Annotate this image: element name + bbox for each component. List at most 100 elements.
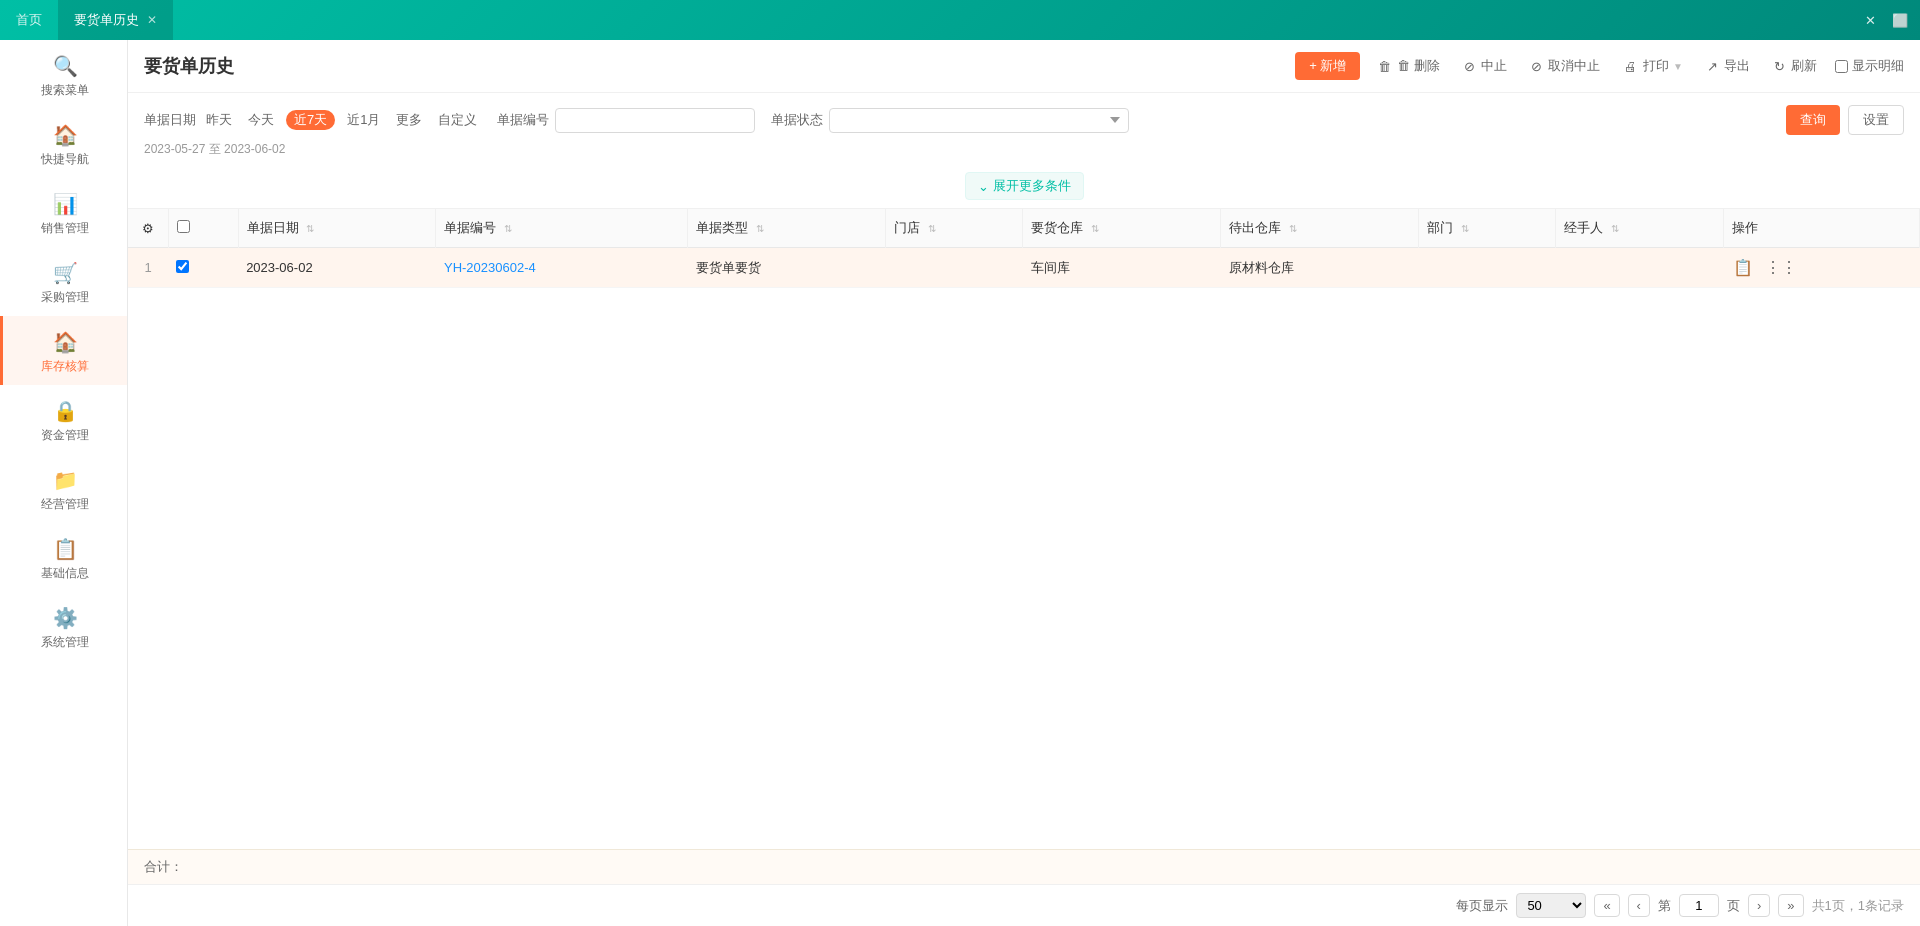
td-store xyxy=(886,248,1023,288)
row-checkbox[interactable] xyxy=(176,260,189,273)
last-page-button[interactable]: » xyxy=(1778,894,1803,917)
page-input[interactable] xyxy=(1679,894,1719,917)
main-layout: 🔍 搜索菜单 🏠 快捷导航 📊 销售管理 🛒 采购管理 🏠 库存核算 🔒 资金管… xyxy=(0,40,1920,926)
th-reqwarehouse: 要货仓库 ⇅ xyxy=(1023,209,1221,248)
delete-button[interactable]: 🗑 🗑 删除 xyxy=(1372,53,1446,79)
td-date: 2023-06-02 xyxy=(238,248,436,288)
sort-billno-icon[interactable]: ⇅ xyxy=(504,223,512,234)
date-range-text: 2023-05-27 至 2023-06-02 xyxy=(144,141,285,158)
sidebar-item-search-menu[interactable]: 🔍 搜索菜单 xyxy=(0,40,127,109)
delete-icon: 🗑 xyxy=(1378,59,1391,74)
top-tabs: 首页 要货单历史 ✕ xyxy=(0,0,1865,40)
expand-more-button[interactable]: ⌄ 展开更多条件 xyxy=(965,172,1084,200)
filter-area: 单据日期 昨天 今天 近7天 近1月 更多 自定义 单据编号 xyxy=(128,93,1920,209)
query-button[interactable]: 查询 xyxy=(1786,105,1840,135)
stop-button[interactable]: ⊘ 中止 xyxy=(1458,53,1513,79)
date-shortcut-custom[interactable]: 自定义 xyxy=(434,110,481,130)
page-label: 第 xyxy=(1658,897,1671,915)
settings-button[interactable]: 设置 xyxy=(1848,105,1904,135)
th-checkbox xyxy=(168,209,238,248)
th-dept: 部门 ⇅ xyxy=(1419,209,1556,248)
date-shortcut-today[interactable]: 今天 xyxy=(244,110,278,130)
show-detail-checkbox-label[interactable]: 显示明细 xyxy=(1835,57,1904,75)
search-menu-icon: 🔍 xyxy=(53,54,78,78)
inventory-icon: 🏠 xyxy=(53,330,78,354)
table-row: 1 2023-06-02 YH-20230602-4 要货单要货 车间库 原材料… xyxy=(128,248,1920,288)
sidebar-item-ops-mgmt[interactable]: 📁 经营管理 xyxy=(0,454,127,523)
tab-close-icon[interactable]: ✕ xyxy=(147,13,157,27)
next-page-button[interactable]: › xyxy=(1748,894,1770,917)
finance-mgmt-icon: 🔒 xyxy=(53,399,78,423)
window-maximize-icon[interactable]: ⬜ xyxy=(1892,13,1908,28)
window-close-icon[interactable]: ✕ xyxy=(1865,13,1876,28)
th-pendingwarehouse: 待出仓库 ⇅ xyxy=(1221,209,1419,248)
prev-page-button[interactable]: ‹ xyxy=(1628,894,1650,917)
sidebar: 🔍 搜索菜单 🏠 快捷导航 📊 销售管理 🛒 采购管理 🏠 库存核算 🔒 资金管… xyxy=(0,40,128,926)
sort-reqwarehouse-icon[interactable]: ⇅ xyxy=(1091,223,1099,234)
sidebar-item-sales-mgmt[interactable]: 📊 销售管理 xyxy=(0,178,127,247)
action-icons: 📋 ⋮⋮ xyxy=(1731,256,1911,279)
sort-date-icon[interactable]: ⇅ xyxy=(306,223,314,234)
summary-label: 合计： xyxy=(144,859,183,874)
cancel-stop-button[interactable]: ⊘ 取消中止 xyxy=(1525,53,1606,79)
sidebar-item-purchase-mgmt[interactable]: 🛒 采购管理 xyxy=(0,247,127,316)
page-size-select[interactable]: 50 20 100 200 xyxy=(1516,893,1586,918)
select-all-checkbox[interactable] xyxy=(177,220,190,233)
print-dropdown-icon[interactable]: ▼ xyxy=(1673,61,1683,72)
table-footer: 合计： xyxy=(128,849,1920,884)
sidebar-item-basic-info[interactable]: 📋 基础信息 xyxy=(0,523,127,592)
show-detail-checkbox[interactable] xyxy=(1835,60,1848,73)
sidebar-item-sys-mgmt[interactable]: ⚙️ 系统管理 xyxy=(0,592,127,661)
sort-dept-icon[interactable]: ⇅ xyxy=(1461,223,1469,234)
sort-billtype-icon[interactable]: ⇅ xyxy=(756,223,764,234)
expand-more-row: ⌄ 展开更多条件 xyxy=(144,164,1904,200)
billno-link[interactable]: YH-20230602-4 xyxy=(444,260,536,275)
sidebar-item-inventory[interactable]: 🏠 库存核算 xyxy=(0,316,127,385)
th-settings: ⚙ xyxy=(128,209,168,248)
first-page-button[interactable]: « xyxy=(1594,894,1619,917)
sort-store-icon[interactable]: ⇅ xyxy=(928,223,936,234)
billno-filter: 单据编号 xyxy=(497,108,755,133)
refresh-button[interactable]: ↻ 刷新 xyxy=(1768,53,1823,79)
sort-pendingwarehouse-icon[interactable]: ⇅ xyxy=(1289,223,1297,234)
sort-handler-icon[interactable]: ⇅ xyxy=(1611,223,1619,234)
th-billno: 单据编号 ⇅ xyxy=(436,209,688,248)
table-body: 1 2023-06-02 YH-20230602-4 要货单要货 车间库 原材料… xyxy=(128,248,1920,288)
billno-input[interactable] xyxy=(555,108,755,133)
td-handler xyxy=(1556,248,1723,288)
filter-actions: 查询 设置 xyxy=(1786,105,1904,135)
purchase-mgmt-icon: 🛒 xyxy=(53,261,78,285)
page-size-label: 每页显示 xyxy=(1456,897,1508,915)
td-billtype: 要货单要货 xyxy=(688,248,886,288)
export-button[interactable]: ↗ 导出 xyxy=(1701,53,1756,79)
td-checkbox xyxy=(168,248,238,288)
sales-mgmt-icon: 📊 xyxy=(53,192,78,216)
date-shortcut-7days[interactable]: 近7天 xyxy=(286,110,335,130)
ops-mgmt-icon: 📁 xyxy=(53,468,78,492)
th-action: 操作 xyxy=(1723,209,1919,248)
td-reqwarehouse: 车间库 xyxy=(1023,248,1221,288)
date-shortcuts: 昨天 今天 近7天 近1月 更多 自定义 xyxy=(202,110,481,130)
print-button[interactable]: 🖨 打印 ▼ xyxy=(1618,53,1689,79)
tab-home[interactable]: 首页 xyxy=(0,0,58,40)
filter-row-1: 单据日期 昨天 今天 近7天 近1月 更多 自定义 单据编号 xyxy=(144,105,1904,135)
td-action: 📋 ⋮⋮ xyxy=(1723,248,1919,288)
row-edit-icon[interactable]: 📋 xyxy=(1731,256,1755,279)
table-settings-icon[interactable]: ⚙ xyxy=(142,221,154,236)
toolbar: + 新增 🗑 🗑 删除 ⊘ 中止 ⊘ 取消中止 🖨 打印 ▼ xyxy=(1295,52,1904,80)
table-container: ⚙ 单据日期 ⇅ 单据编号 ⇅ xyxy=(128,209,1920,849)
td-billno: YH-20230602-4 xyxy=(436,248,688,288)
date-shortcut-1month[interactable]: 近1月 xyxy=(343,110,384,130)
th-billtype: 单据类型 ⇅ xyxy=(688,209,886,248)
date-shortcut-yesterday[interactable]: 昨天 xyxy=(202,110,236,130)
table-header-row: ⚙ 单据日期 ⇅ 单据编号 ⇅ xyxy=(128,209,1920,248)
tab-requisition-history[interactable]: 要货单历史 ✕ xyxy=(58,0,173,40)
status-select[interactable] xyxy=(829,108,1129,133)
new-button[interactable]: + 新增 xyxy=(1295,52,1360,80)
basic-info-icon: 📋 xyxy=(53,537,78,561)
sidebar-item-finance-mgmt[interactable]: 🔒 资金管理 xyxy=(0,385,127,454)
page-header: 要货单历史 + 新增 🗑 🗑 删除 ⊘ 中止 ⊘ 取消中止 🖨 打印 xyxy=(128,40,1920,93)
date-shortcut-more[interactable]: 更多 xyxy=(392,110,426,130)
row-more-icon[interactable]: ⋮⋮ xyxy=(1763,256,1799,279)
sidebar-item-quick-nav[interactable]: 🏠 快捷导航 xyxy=(0,109,127,178)
